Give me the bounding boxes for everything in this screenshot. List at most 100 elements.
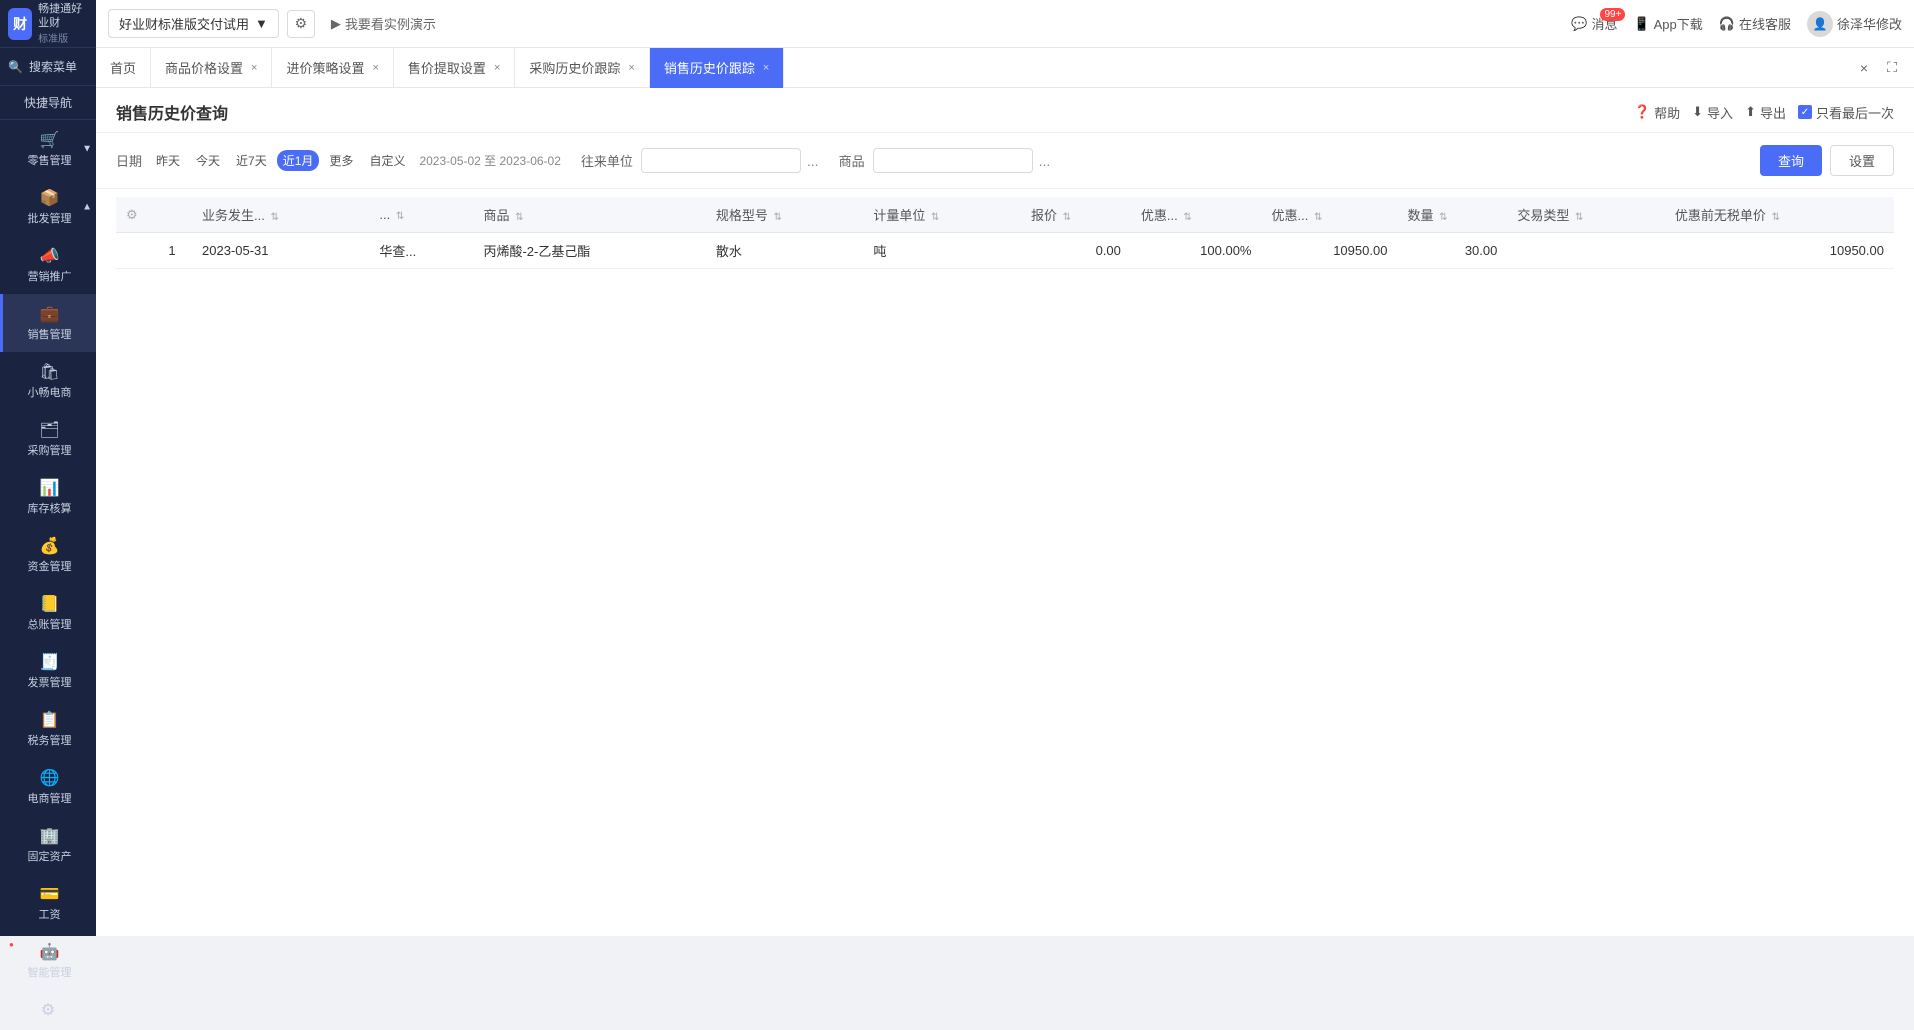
col-config-header[interactable]: ⚙ (116, 197, 152, 233)
date-range-text: 2023-05-02 至 2023-06-02 (419, 152, 560, 169)
headset-icon: 🎧 (1719, 16, 1735, 32)
product-filter-group: 商品 ... (839, 148, 1051, 173)
import-button[interactable]: ⬇ 导入 (1692, 103, 1733, 122)
date-opt-7days[interactable]: 近7天 (230, 150, 273, 171)
tab-purchase-strategy[interactable]: 进价策略设置 × (272, 48, 393, 88)
marketing-icon: 📣 (40, 246, 60, 266)
col-pretax-price-header[interactable]: 优惠前无税单价 ⇅ (1665, 197, 1894, 233)
close-tab-purchase-history[interactable]: × (628, 62, 634, 74)
online-service-button[interactable]: 🎧 在线客服 (1719, 14, 1791, 33)
sidebar-item-invoice[interactable]: 🧾 发票管理 (0, 642, 96, 700)
salary-icon: 💳 (40, 884, 60, 904)
only-last-checkbox[interactable]: ✓ 只看最后一次 (1798, 103, 1894, 122)
sidebar-item-marketing[interactable]: 📣 营销推广 (0, 236, 96, 294)
product-selector[interactable]: 好业财标准版交付试用 ▼ (108, 9, 279, 38)
chevron-down-icon: ▼ (255, 16, 268, 31)
window-close-button[interactable]: × (1850, 54, 1878, 82)
window-expand-button[interactable]: ⛶ (1878, 54, 1906, 82)
table-wrapper: ⚙ 业务发生... ⇅ ... ⇅ 商品 ⇅ (96, 189, 1914, 277)
page-header: 销售历史价查询 ❓ 帮助 ⬇ 导入 ⬆ 导出 ✓ 只看最后一次 (96, 88, 1914, 133)
sort-icon: ⇅ (931, 212, 939, 223)
messages-badge: 99+ (1600, 8, 1625, 21)
close-tab-price[interactable]: × (251, 62, 257, 74)
sort-icon: ⇅ (515, 212, 523, 223)
tab-price[interactable]: 商品价格设置 × (151, 48, 272, 88)
tab-home[interactable]: 首页 (96, 48, 151, 88)
sidebar-item-inventory[interactable]: 📊 库存核算 (0, 468, 96, 526)
search-icon: 🔍 (8, 60, 23, 74)
product-more-button[interactable]: ... (1039, 153, 1051, 169)
sidebar-item-assets[interactable]: 🏢 固定资产 (0, 816, 96, 874)
col-product-header[interactable]: 商品 ⇅ (473, 197, 705, 233)
row-pretax-price-cell: 10950.00 (1665, 233, 1894, 269)
date-opt-yesterday[interactable]: 昨天 (150, 150, 186, 171)
sidebar-item-ecommerce-small[interactable]: 🛍 小畅电商 (0, 352, 96, 410)
logo-text: 畅捷通好业财 (38, 2, 88, 31)
row-date-cell: 2023-05-31 (192, 233, 369, 269)
filter-settings-button[interactable]: 设置 (1830, 145, 1894, 176)
demo-link[interactable]: ▶ 我要看实例演示 (331, 14, 436, 33)
close-tab-price-fetch[interactable]: × (494, 62, 500, 74)
purchase-icon: 🗂 (39, 420, 59, 440)
supplier-input[interactable] (641, 148, 801, 173)
sidebar-footer-settings[interactable]: ⚙ (0, 990, 96, 1030)
filter-actions: 查询 设置 (1760, 145, 1894, 176)
export-icon: ⬆ (1745, 104, 1756, 120)
col-discount2-header[interactable]: 优惠... ⇅ (1262, 197, 1398, 233)
col-date-header[interactable]: 业务发生... ⇅ (192, 197, 369, 233)
sidebar-search[interactable]: 🔍 搜索菜单 (0, 48, 96, 86)
date-opt-today[interactable]: 今天 (190, 150, 226, 171)
col-discount1-header[interactable]: 优惠... ⇅ (1131, 197, 1262, 233)
supplier-input-group: ... (641, 148, 819, 173)
row-spec-cell: 散水 (706, 233, 864, 269)
tab-price-fetch[interactable]: 售价提取设置 × (394, 48, 515, 88)
sidebar-item-finance[interactable]: 💰 资金管理 (0, 526, 96, 584)
product-name: 好业财标准版交付试用 (119, 14, 249, 33)
sidebar-item-ecommerce[interactable]: 🌐 电商管理 (0, 758, 96, 816)
tab-sales-history[interactable]: 销售历史价跟踪 × (650, 48, 784, 88)
col-transaction-type-header[interactable]: 交易类型 ⇅ (1507, 197, 1665, 233)
date-opt-more[interactable]: 更多 (323, 150, 359, 171)
sidebar-item-wholesale[interactable]: 📦 批发管理 ▲ (0, 178, 96, 236)
tabbar: 首页 商品价格设置 × 进价策略设置 × 售价提取设置 × 采购历史价跟踪 × … (96, 48, 1914, 88)
product-filter-label: 商品 (839, 151, 865, 170)
messages-button[interactable]: 💬 消息 99+ (1571, 14, 1617, 33)
product-input-group: ... (873, 148, 1051, 173)
query-button[interactable]: 查询 (1760, 145, 1822, 176)
tab-purchase-history[interactable]: 采购历史价跟踪 × (515, 48, 649, 88)
export-button[interactable]: ⬆ 导出 (1745, 103, 1786, 122)
topbar-settings-button[interactable]: ⚙ (287, 10, 315, 38)
supplier-more-button[interactable]: ... (807, 153, 819, 169)
config-gear-icon[interactable]: ⚙ (126, 207, 138, 222)
main-area: 好业财标准版交付试用 ▼ ⚙ ▶ 我要看实例演示 💬 消息 99+ 📱 App下… (96, 0, 1914, 936)
date-opt-1month[interactable]: 近1月 (277, 150, 320, 171)
sidebar-quick-nav[interactable]: 快捷导航 (0, 86, 96, 120)
sidebar-item-accounting[interactable]: 📒 总账管理 (0, 584, 96, 642)
row-transaction-type-cell (1507, 233, 1665, 269)
finance-icon: 💰 (40, 536, 60, 556)
sort-icon: ⇅ (1772, 212, 1780, 223)
col-unit-header[interactable]: 计量单位 ⇅ (863, 197, 1021, 233)
col-extra-header[interactable]: ... ⇅ (369, 197, 473, 233)
date-opt-custom[interactable]: 自定义 (363, 150, 411, 171)
sidebar-item-sales[interactable]: 💼 销售管理 (0, 294, 96, 352)
app-download-button[interactable]: 📱 App下载 (1633, 14, 1702, 33)
help-button[interactable]: ❓ 帮助 (1634, 103, 1680, 122)
close-tab-sales-history[interactable]: × (763, 62, 769, 74)
col-spec-header[interactable]: 规格型号 ⇅ (706, 197, 864, 233)
sidebar-item-salary[interactable]: 💳 工资 (0, 874, 96, 932)
supplier-filter-group: 往来单位 ... (581, 148, 819, 173)
sidebar-item-tax[interactable]: 📋 税务管理 (0, 700, 96, 758)
sidebar-item-purchase[interactable]: 🗂 采购管理 (0, 410, 96, 468)
page-title: 销售历史价查询 (116, 100, 228, 124)
user-menu-button[interactable]: 👤 徐泽华修改 (1807, 11, 1902, 37)
chevron-down-icon: ▼ (82, 144, 92, 155)
sidebar-item-smart[interactable]: 🤖 智能管理 (0, 932, 96, 990)
product-input[interactable] (873, 148, 1033, 173)
col-price-header[interactable]: 报价 ⇅ (1021, 197, 1131, 233)
close-tab-purchase-strategy[interactable]: × (372, 62, 378, 74)
sidebar-item-retail[interactable]: 🛒 零售管理 ▼ (0, 120, 96, 178)
col-qty-header[interactable]: 数量 ⇅ (1397, 197, 1507, 233)
supplier-filter-label: 往来单位 (581, 151, 633, 170)
help-icon: ❓ (1634, 104, 1650, 120)
